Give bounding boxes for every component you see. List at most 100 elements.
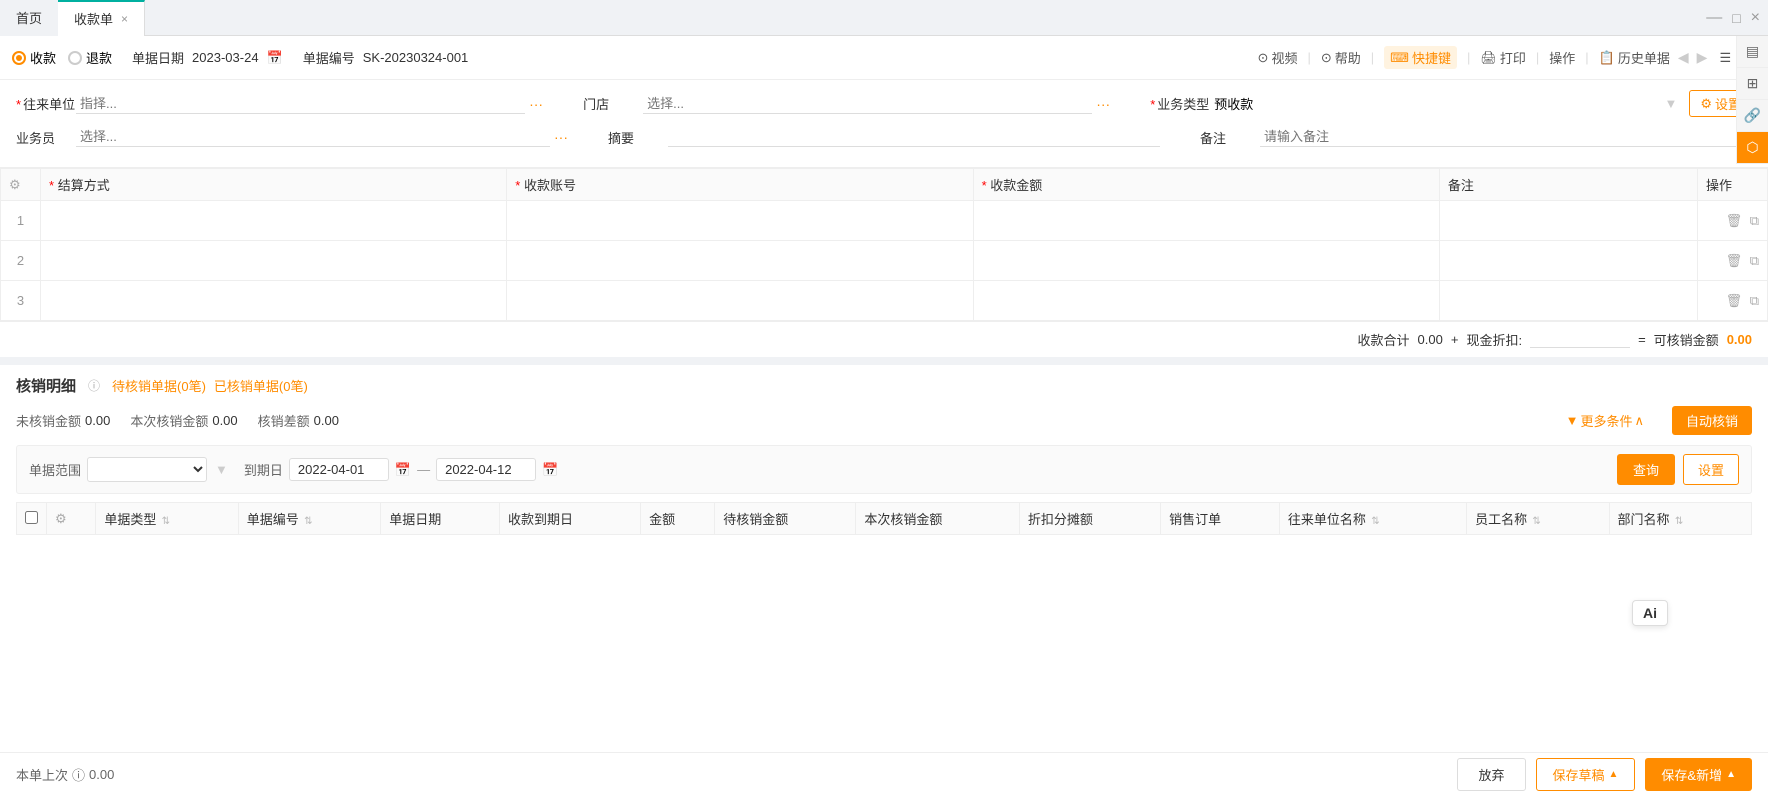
footer-actions: 放弃 保存草稿 ▲ 保存&新增 ▲ (1457, 758, 1752, 791)
sort-type-icon[interactable]: ⇅ (162, 516, 170, 527)
sidebar-icon-1[interactable]: ▤ (1737, 36, 1768, 68)
th-this-check: 本次核销金额 (856, 503, 1020, 535)
stat-this-check: 本次核销金额 0.00 (130, 411, 237, 430)
auto-btn[interactable]: 自动核销 (1672, 406, 1752, 435)
print-btn[interactable]: 🖨 打印 (1480, 48, 1526, 67)
counterpart-more-btn[interactable]: ··· (529, 96, 543, 112)
th-counterpart: 往来单位名称 ⇅ (1279, 503, 1466, 535)
bottom-gear-icon[interactable]: ⚙ (55, 511, 67, 526)
tab-done[interactable]: 已核销单据(0笔) (214, 376, 308, 395)
row-num-2: 2 (1, 241, 41, 281)
select-all-checkbox[interactable] (25, 511, 38, 524)
row-account-3[interactable] (507, 281, 973, 321)
win-minimize[interactable]: — (1706, 9, 1722, 27)
date-from-input[interactable] (289, 458, 389, 481)
row-remark-3[interactable] (1439, 281, 1697, 321)
view-list-icon[interactable]: ☰ (1715, 48, 1735, 68)
discount-input[interactable] (1530, 332, 1630, 348)
nav-left[interactable]: ◀ (1678, 49, 1689, 66)
sidebar-icon-2[interactable]: ⊞ (1737, 68, 1768, 100)
range-label: 单据范围 (29, 460, 81, 479)
delete-icon-2[interactable]: 🗑 (1726, 253, 1743, 268)
sort-num-icon[interactable]: ⇅ (304, 516, 312, 527)
last-label: 本单上次 (16, 765, 68, 784)
store-input[interactable] (643, 94, 1092, 114)
row-amount-2[interactable] (973, 241, 1439, 281)
calendar-icon[interactable]: 📅 (267, 50, 283, 66)
range-select[interactable] (87, 457, 207, 482)
radio-refund[interactable]: 退款 (68, 48, 112, 67)
store-more-btn[interactable]: ··· (1096, 96, 1110, 112)
radio-receipt[interactable]: 收款 (12, 48, 56, 67)
shortcut-btn[interactable]: ⌨ 快捷键 (1384, 46, 1457, 69)
help-btn[interactable]: ⊙ 帮助 (1321, 48, 1361, 67)
staff-more-btn[interactable]: ··· (554, 129, 568, 145)
tab-active-label: 收款单 (74, 9, 113, 28)
diff-val: 0.00 (314, 413, 339, 428)
row-remark-2[interactable] (1439, 241, 1697, 281)
operations-btn[interactable]: 操作 (1549, 48, 1575, 67)
date-dash: — (417, 462, 430, 477)
tab-pending[interactable]: 待核销单据(0笔) (112, 376, 206, 395)
copy-icon-1[interactable]: ⧉ (1750, 213, 1759, 228)
row-remark-1[interactable] (1439, 201, 1697, 241)
delete-icon-1[interactable]: 🗑 (1726, 213, 1743, 228)
counterpart-input[interactable] (76, 94, 525, 114)
copy-icon-2[interactable]: ⧉ (1750, 253, 1759, 268)
sort-dept-icon[interactable]: ⇅ (1675, 516, 1683, 527)
win-close[interactable]: × (1751, 9, 1760, 27)
abandon-btn[interactable]: 放弃 (1457, 758, 1525, 791)
row-amount-1[interactable] (973, 201, 1439, 241)
copy-icon-3[interactable]: ⧉ (1750, 293, 1759, 308)
hexiao-info-icon[interactable]: ⓘ (88, 377, 100, 394)
win-maximize[interactable]: □ (1732, 10, 1740, 26)
staff-field: 业务员 ··· (16, 127, 568, 147)
checkable-label: 可核销金额 (1654, 330, 1719, 349)
row-settle-2[interactable] (41, 241, 507, 281)
help-icon: ⊙ (1321, 50, 1332, 66)
history-btn[interactable]: 📋 历史单据 (1599, 48, 1670, 67)
history-icon: 📋 (1599, 50, 1615, 66)
nav-right[interactable]: ▶ (1697, 49, 1708, 66)
biztype-dropdown-icon[interactable]: ▼ (1664, 96, 1677, 111)
video-btn[interactable]: ⊙ 视频 (1258, 48, 1298, 67)
staff-input[interactable] (76, 127, 550, 147)
row-settle-3[interactable] (41, 281, 507, 321)
form-row-2: 业务员 ··· 摘要 备注 (16, 127, 1752, 147)
row-num-1: 1 (1, 201, 41, 241)
tab-close-btn[interactable]: × (121, 12, 128, 26)
ai-badge[interactable]: Ai (1632, 600, 1668, 626)
save-new-btn[interactable]: 保存&新增 ▲ (1645, 758, 1752, 791)
tab-active[interactable]: 收款单 × (58, 0, 145, 36)
main-content: 收款 退款 单据日期 2023-03-24 📅 单据编号 SK-20230324… (0, 36, 1768, 796)
sidebar-icon-3[interactable]: 🔗 (1737, 100, 1768, 132)
date-to-input[interactable] (436, 458, 536, 481)
summary-input[interactable] (668, 127, 1160, 147)
row-amount-3[interactable] (973, 281, 1439, 321)
divider1: | (1307, 50, 1310, 65)
radio-receipt-circle (12, 51, 26, 65)
filter-settings-btn[interactable]: 设置 (1683, 454, 1739, 485)
sort-staff-icon[interactable]: ⇅ (1532, 516, 1540, 527)
cal-from-icon[interactable]: 📅 (395, 462, 411, 478)
more-conditions-btn[interactable]: ▼ 更多条件 ∧ (1566, 411, 1644, 430)
save-draft-btn[interactable]: 保存草稿 ▲ (1536, 758, 1636, 791)
print-label: 打印 (1500, 48, 1526, 67)
row-settle-1[interactable] (41, 201, 507, 241)
delete-icon-3[interactable]: 🗑 (1726, 293, 1743, 308)
hexiao-tabs: 待核销单据(0笔) 已核销单据(0笔) (112, 376, 308, 395)
divider5: | (1585, 50, 1588, 65)
table-wrapper: ⚙ * 结算方式 * 收款账号 * 收款金额 备注 操作 (0, 168, 1768, 321)
table-gear-icon[interactable]: ⚙ (9, 177, 21, 192)
row-account-1[interactable] (507, 201, 973, 241)
th-sales: 销售订单 (1161, 503, 1280, 535)
last-icon[interactable]: ⓘ (72, 765, 85, 784)
tab-home[interactable]: 首页 (0, 0, 58, 36)
cal-to-icon[interactable]: 📅 (542, 462, 558, 478)
remark-input[interactable] (1260, 127, 1752, 147)
sort-counterpart-icon[interactable]: ⇅ (1371, 516, 1379, 527)
sidebar-icon-4[interactable]: ⬡ (1737, 132, 1768, 164)
discount-label: 现金折扣: (1466, 330, 1522, 349)
query-btn[interactable]: 查询 (1617, 454, 1675, 485)
row-account-2[interactable] (507, 241, 973, 281)
